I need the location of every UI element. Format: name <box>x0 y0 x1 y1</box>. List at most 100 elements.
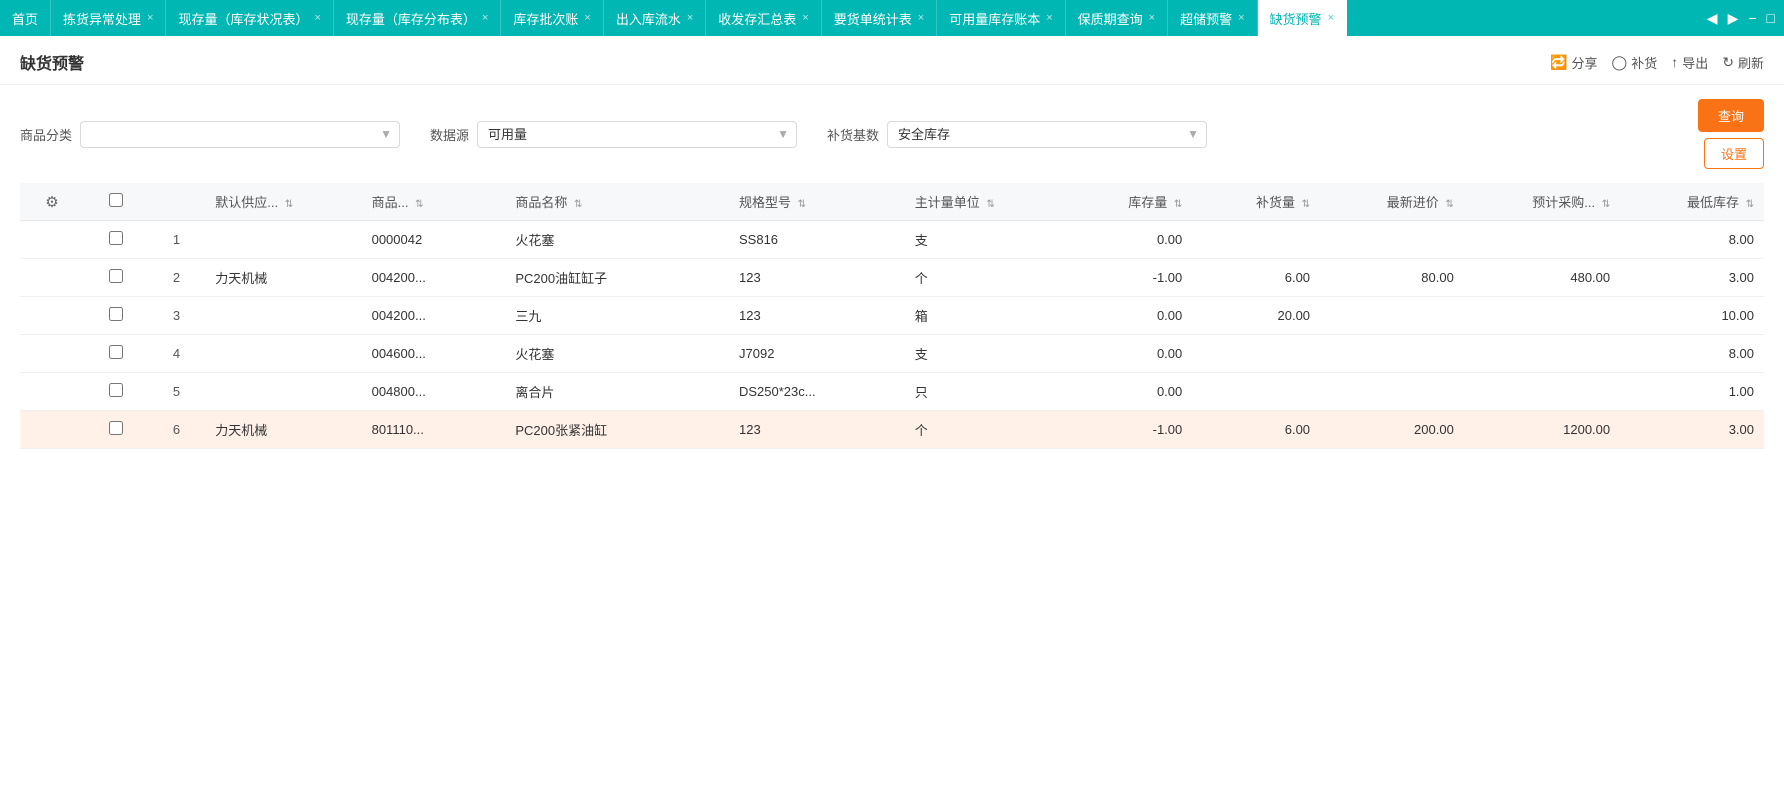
row-supplier <box>205 335 361 373</box>
tab-minimize[interactable]: − <box>1743 6 1761 30</box>
tab-scroll-left[interactable]: ◀ <box>1702 6 1723 31</box>
sort-spec-icon[interactable]: ⇅ <box>798 199 806 210</box>
replenish-button[interactable]: ◯ 补货 <box>1612 53 1658 72</box>
row-code: 004200... <box>362 259 506 297</box>
row-checkbox[interactable] <box>109 383 123 397</box>
row-est-purchase <box>1464 335 1620 373</box>
tab-exception[interactable]: 拣货异常处理 × <box>51 0 166 36</box>
tab-close-inout-flow[interactable]: × <box>687 12 693 24</box>
row-replenish <box>1192 373 1320 411</box>
tab-batch-account[interactable]: 库存批次账 × <box>501 0 603 36</box>
tab-bar: 首页 拣货异常处理 × 现存量（库存状况表） × 现存量（库存分布表） × 库存… <box>0 0 1784 36</box>
tab-maximize[interactable]: □ <box>1762 6 1780 30</box>
tab-order-stats[interactable]: 要货单统计表 × <box>822 0 937 36</box>
row-spec: 123 <box>729 259 905 297</box>
tab-home[interactable]: 首页 <box>0 0 51 36</box>
row-num: 2 <box>148 259 206 297</box>
tab-close-overstock[interactable]: × <box>1238 12 1244 24</box>
sort-replenish-icon[interactable]: ⇅ <box>1302 199 1310 210</box>
row-num: 6 <box>148 411 206 449</box>
tab-receipt-summary[interactable]: 收发存汇总表 × <box>706 0 821 36</box>
col-header-num <box>148 183 206 221</box>
row-name: PC200油缸缸子 <box>505 259 729 297</box>
sort-code-icon[interactable]: ⇅ <box>415 199 423 210</box>
category-select[interactable] <box>80 121 400 148</box>
row-est-purchase <box>1464 221 1620 259</box>
col-header-stock: 库存量 ⇅ <box>1064 183 1192 221</box>
filter-area: 商品分类 ▼ 数据源 可用量 库存量 ▼ 补货基数 <box>0 85 1784 183</box>
tab-close-batch-account[interactable]: × <box>584 12 590 24</box>
sort-price-icon[interactable]: ⇅ <box>1445 199 1453 210</box>
sort-unit-icon[interactable]: ⇅ <box>986 199 994 210</box>
row-spec: J7092 <box>729 335 905 373</box>
col-header-replenish: 补货量 ⇅ <box>1192 183 1320 221</box>
settings-button[interactable]: 设置 <box>1704 138 1764 169</box>
tab-close-exception[interactable]: × <box>147 12 153 24</box>
row-stock: 0.00 <box>1064 297 1192 335</box>
row-unit: 箱 <box>905 297 1065 335</box>
gear-settings-icon[interactable]: ⚙ <box>45 194 58 211</box>
replenish-base-label: 补货基数 <box>827 125 879 144</box>
row-checkbox[interactable] <box>109 231 123 245</box>
row-name: 三九 <box>505 297 729 335</box>
row-checkbox-cell <box>84 411 148 449</box>
replenish-base-filter-group: 补货基数 安全库存 最低库存 ▼ <box>827 121 1207 148</box>
row-gear-cell <box>20 297 84 335</box>
row-est-purchase: 1200.00 <box>1464 411 1620 449</box>
row-spec: 123 <box>729 297 905 335</box>
row-supplier <box>205 297 361 335</box>
tab-close-receipt-summary[interactable]: × <box>802 12 808 24</box>
row-name: PC200张紧油缸 <box>505 411 729 449</box>
tab-expiry-query[interactable]: 保质期查询 × <box>1066 0 1168 36</box>
tab-inventory-dist[interactable]: 现存量（库存分布表） × <box>334 0 501 36</box>
share-button[interactable]: 🔁 分享 <box>1550 53 1597 72</box>
tab-close-inventory-status[interactable]: × <box>314 12 320 24</box>
row-replenish <box>1192 335 1320 373</box>
tab-inout-flow[interactable]: 出入库流水 × <box>604 0 706 36</box>
sort-supplier-icon[interactable]: ⇅ <box>285 199 293 210</box>
tab-close-inventory-dist[interactable]: × <box>482 12 488 24</box>
row-checkbox[interactable] <box>109 421 123 435</box>
tab-close-expiry-query[interactable]: × <box>1149 12 1155 24</box>
tab-avail-ledger[interactable]: 可用量库存账本 × <box>937 0 1065 36</box>
row-checkbox[interactable] <box>109 345 123 359</box>
row-code: 004600... <box>362 335 506 373</box>
datasource-label: 数据源 <box>430 125 469 144</box>
row-supplier: 力天机械 <box>205 259 361 297</box>
sort-purchase-icon[interactable]: ⇅ <box>1602 199 1610 210</box>
row-latest-price: 200.00 <box>1320 411 1464 449</box>
sort-minstock-icon[interactable]: ⇅ <box>1746 199 1754 210</box>
tab-overstock[interactable]: 超储预警 × <box>1168 0 1257 36</box>
table-row: 2 力天机械 004200... PC200油缸缸子 123 个 -1.00 6… <box>20 259 1764 297</box>
row-checkbox-cell <box>84 373 148 411</box>
row-stock: 0.00 <box>1064 373 1192 411</box>
sort-name-icon[interactable]: ⇅ <box>574 199 582 210</box>
tab-close-avail-ledger[interactable]: × <box>1046 12 1052 24</box>
tab-shortage[interactable]: 缺货预警 × <box>1258 0 1347 36</box>
row-min-stock: 8.00 <box>1620 221 1764 259</box>
refresh-button[interactable]: ↻ 刷新 <box>1722 53 1764 72</box>
sort-stock-icon[interactable]: ⇅ <box>1174 199 1182 210</box>
row-checkbox[interactable] <box>109 307 123 321</box>
row-min-stock: 3.00 <box>1620 259 1764 297</box>
datasource-select[interactable]: 可用量 库存量 <box>477 121 797 148</box>
row-checkbox-cell <box>84 335 148 373</box>
row-replenish: 6.00 <box>1192 411 1320 449</box>
row-unit: 支 <box>905 335 1065 373</box>
tab-close-shortage[interactable]: × <box>1328 12 1334 24</box>
tab-inventory-status[interactable]: 现存量（库存状况表） × <box>166 0 333 36</box>
export-button[interactable]: ↑ 导出 <box>1671 53 1708 72</box>
query-button[interactable]: 查询 <box>1698 99 1764 132</box>
filter-right-buttons: 查询 设置 <box>1698 99 1764 169</box>
replenish-base-select[interactable]: 安全库存 最低库存 <box>887 121 1207 148</box>
row-checkbox[interactable] <box>109 269 123 283</box>
row-supplier: 力天机械 <box>205 411 361 449</box>
tab-close-order-stats[interactable]: × <box>918 12 924 24</box>
col-header-latest-price: 最新进价 ⇅ <box>1320 183 1464 221</box>
table-body: 1 0000042 火花塞 SS816 支 0.00 8.00 2 力天机械 0… <box>20 221 1764 449</box>
row-name: 火花塞 <box>505 221 729 259</box>
row-stock: 0.00 <box>1064 335 1192 373</box>
row-spec: SS816 <box>729 221 905 259</box>
tab-scroll-right[interactable]: ▶ <box>1723 6 1744 31</box>
select-all-checkbox[interactable] <box>109 193 123 207</box>
